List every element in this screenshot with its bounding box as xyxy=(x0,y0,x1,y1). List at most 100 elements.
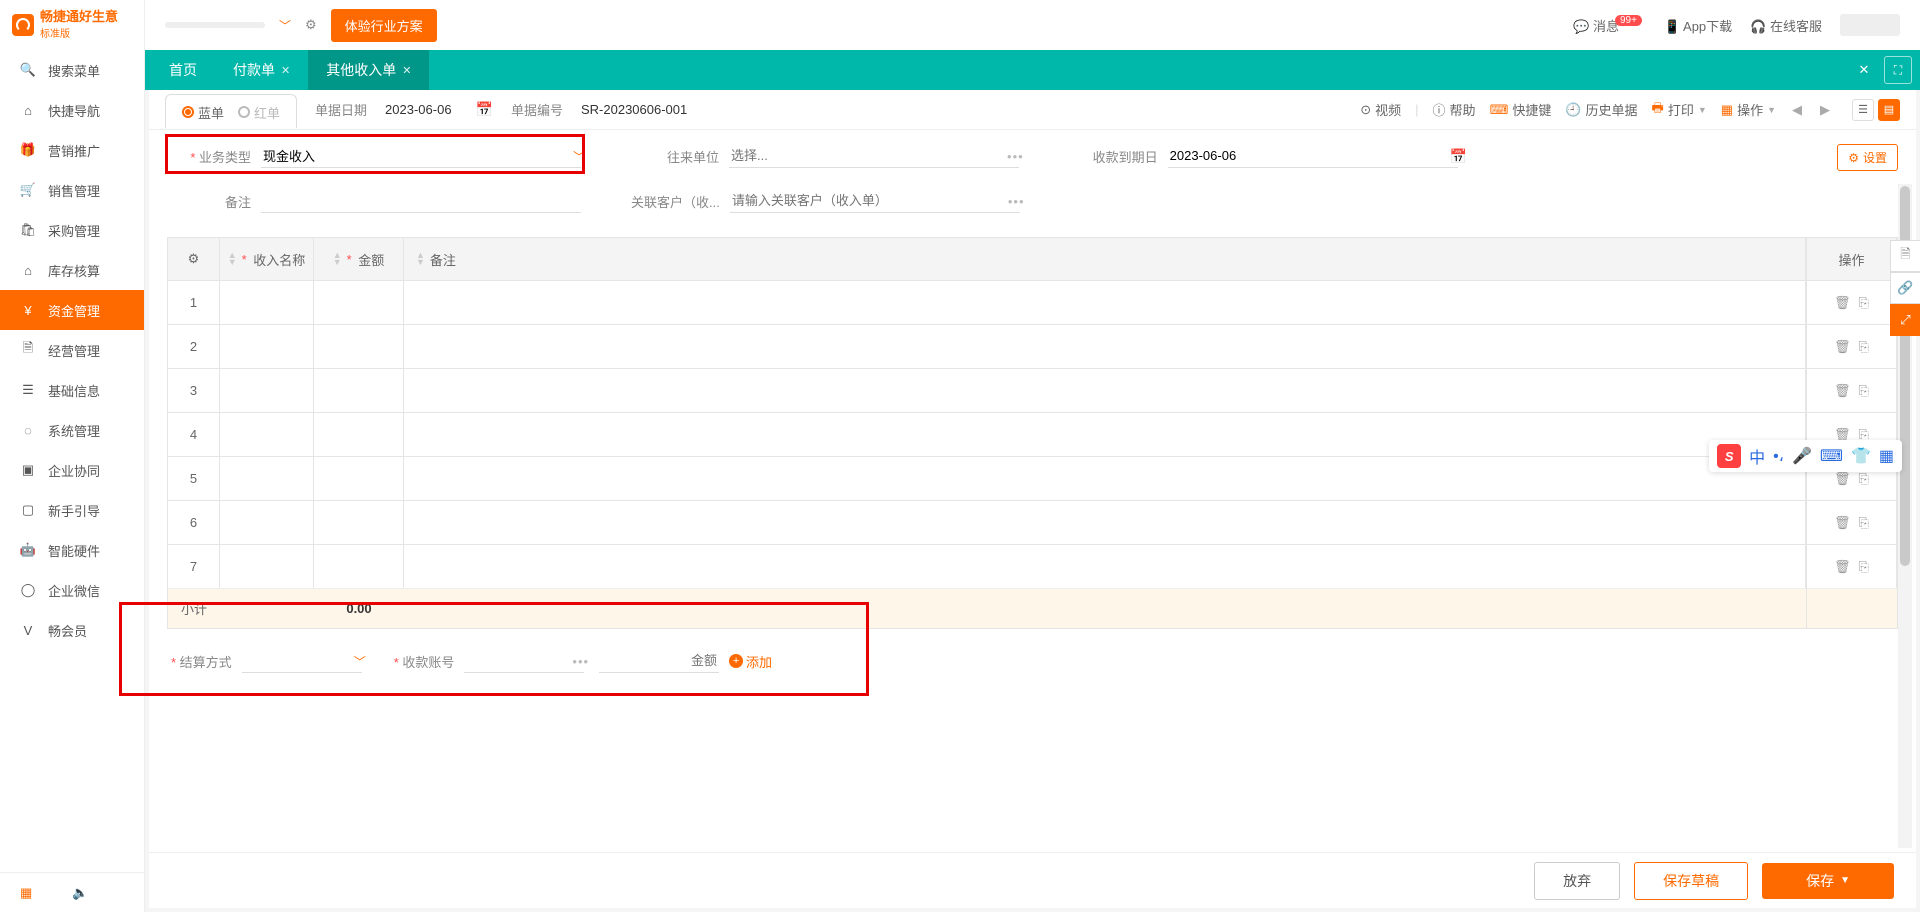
col-remark[interactable]: ▲▼备注 xyxy=(404,238,1806,280)
calendar-icon[interactable]: 📅 xyxy=(476,101,493,118)
rail-attach-icon[interactable]: 🔗 xyxy=(1890,272,1920,304)
nav-purchase[interactable]: 🛍采购管理 xyxy=(0,210,144,250)
footer-sound-icon[interactable]: 🔈 xyxy=(72,885,88,901)
due-label: 收款到期日 xyxy=(1074,147,1158,166)
radio-blue[interactable]: 蓝单 xyxy=(182,103,224,122)
delete-icon[interactable]: 🗑 xyxy=(1834,383,1851,399)
footer-grid-icon[interactable]: ▦ xyxy=(20,885,32,901)
nav-wechat[interactable]: ◯企业微信 xyxy=(0,570,144,610)
nav-vip[interactable]: V畅会员 xyxy=(0,610,144,650)
try-plan-button[interactable]: 体验行业方案 xyxy=(331,9,437,42)
date-value[interactable]: 2023-06-06 xyxy=(385,102,452,117)
more-icon[interactable]: ••• xyxy=(1007,149,1024,164)
view-list-button[interactable]: ☰ xyxy=(1852,99,1874,121)
nav-label: 库存核算 xyxy=(48,261,100,280)
nav-corp[interactable]: ▣企业协同 xyxy=(0,450,144,490)
nav-hardware[interactable]: 🤖智能硬件 xyxy=(0,530,144,570)
ops-action[interactable]: ▦操作▼ xyxy=(1721,100,1776,119)
messages-link[interactable]: 💬 消息99+ xyxy=(1573,16,1646,35)
prev-doc-button[interactable]: ◀ xyxy=(1790,102,1804,118)
add-settlement-button[interactable]: +添加 xyxy=(729,652,772,671)
copy-icon[interactable]: ⎘ xyxy=(1859,339,1869,355)
col-income-name[interactable]: ▲▼* 收入名称 xyxy=(220,238,314,280)
settle-account-input[interactable] xyxy=(464,649,584,673)
video-action[interactable]: ⊙视频 xyxy=(1360,100,1401,119)
tab-payment[interactable]: 付款单✕ xyxy=(215,50,308,90)
settle-amount-input[interactable] xyxy=(599,649,719,673)
copy-icon[interactable]: ⎘ xyxy=(1859,295,1869,311)
delete-icon[interactable]: 🗑 xyxy=(1834,339,1851,355)
nav-business[interactable]: 🗎经营管理 xyxy=(0,330,144,370)
next-doc-button[interactable]: ▶ xyxy=(1818,102,1832,118)
delete-icon[interactable]: 🗑 xyxy=(1834,515,1851,531)
app-download-link[interactable]: 📱 App下载 xyxy=(1664,16,1732,35)
rail-expand-icon[interactable]: ⤢ xyxy=(1890,304,1920,336)
tab-other-income[interactable]: 其他收入单✕ xyxy=(308,50,429,90)
tabs-close-icon[interactable]: ✕ xyxy=(1850,56,1878,84)
help-action[interactable]: ⓘ帮助 xyxy=(1433,100,1476,119)
view-form-button[interactable]: ▤ xyxy=(1878,99,1900,121)
nav-search[interactable]: 🔍搜索菜单 xyxy=(0,50,144,90)
chevron-down-icon[interactable]: ﹀ xyxy=(279,17,291,34)
nav-basic[interactable]: ☰基础信息 xyxy=(0,370,144,410)
gear-icon[interactable]: ⚙ xyxy=(305,17,317,33)
ime-keyboard-icon[interactable]: ⌨ xyxy=(1820,446,1843,466)
ime-toolbar[interactable]: S 中 •، 🎤 ⌨ 👕 ▦ xyxy=(1709,440,1902,472)
copy-icon[interactable]: ⎘ xyxy=(1859,383,1869,399)
nav-marketing[interactable]: 🎁营销推广 xyxy=(0,130,144,170)
nav-stock[interactable]: ⌂库存核算 xyxy=(0,250,144,290)
radio-red[interactable]: 红单 xyxy=(238,103,280,122)
ime-mic-icon[interactable]: 🎤 xyxy=(1792,446,1812,466)
chevron-down-icon[interactable]: ﹀ xyxy=(354,653,366,670)
discard-button[interactable]: 放弃 xyxy=(1534,862,1620,900)
calendar-icon[interactable]: 📅 xyxy=(1450,148,1467,165)
delete-icon[interactable]: 🗑 xyxy=(1834,471,1851,487)
tabs-expand-icon[interactable]: ⛶ xyxy=(1884,56,1912,84)
chevron-down-icon[interactable]: ﹀ xyxy=(573,148,585,165)
rail-note-icon[interactable]: 🗎 xyxy=(1890,240,1920,272)
col-settings[interactable]: ⚙ xyxy=(168,238,220,280)
table-row[interactable]: 1 xyxy=(168,280,1806,324)
nav-sales[interactable]: 🛒销售管理 xyxy=(0,170,144,210)
biz-type-input[interactable] xyxy=(261,144,581,168)
close-icon[interactable]: ✕ xyxy=(281,64,290,77)
print-action[interactable]: 🖶打印▼ xyxy=(1652,99,1707,121)
partner-input[interactable] xyxy=(729,144,1019,168)
avatar[interactable] xyxy=(1840,14,1900,36)
table-row[interactable]: 4 xyxy=(168,412,1806,456)
table-row[interactable]: 7 xyxy=(168,544,1806,588)
org-name[interactable] xyxy=(165,22,265,28)
copy-icon[interactable]: ⎘ xyxy=(1859,515,1869,531)
nav-quick[interactable]: ⌂快捷导航 xyxy=(0,90,144,130)
ime-tool-icon[interactable]: ▦ xyxy=(1879,446,1894,466)
ime-lang[interactable]: 中 xyxy=(1749,444,1765,468)
save-draft-button[interactable]: 保存草稿 xyxy=(1634,862,1748,900)
nav-guide[interactable]: ▢新手引导 xyxy=(0,490,144,530)
nav-funds[interactable]: ¥资金管理 xyxy=(0,290,144,330)
more-icon[interactable]: ••• xyxy=(572,654,589,669)
save-button[interactable]: 保存▼ xyxy=(1762,863,1894,899)
table-row[interactable]: 3 xyxy=(168,368,1806,412)
tab-home[interactable]: 首页 xyxy=(151,50,215,90)
nav-system[interactable]: ◌系统管理 xyxy=(0,410,144,450)
shortcut-action[interactable]: ⌨快捷键 xyxy=(1490,100,1552,119)
table-row[interactable]: 6 xyxy=(168,500,1806,544)
delete-icon[interactable]: 🗑 xyxy=(1834,295,1851,311)
table-row[interactable]: 5 xyxy=(168,456,1806,500)
copy-icon[interactable]: ⎘ xyxy=(1859,559,1869,575)
settings-button[interactable]: ⚙设置 xyxy=(1837,144,1898,171)
rel-customer-input[interactable] xyxy=(730,189,1020,213)
due-date-input[interactable] xyxy=(1168,144,1458,168)
close-icon[interactable]: ✕ xyxy=(402,64,411,77)
settle-method-input[interactable] xyxy=(242,649,362,673)
ime-skin-icon[interactable]: 👕 xyxy=(1851,446,1871,466)
delete-icon[interactable]: 🗑 xyxy=(1834,559,1851,575)
more-icon[interactable]: ••• xyxy=(1008,194,1025,209)
copy-icon[interactable]: ⎘ xyxy=(1859,471,1869,487)
remark-input[interactable] xyxy=(261,189,581,213)
table-row[interactable]: 2 xyxy=(168,324,1806,368)
history-action[interactable]: 🕘历史单据 xyxy=(1565,100,1637,119)
online-service-link[interactable]: 🎧 在线客服 xyxy=(1750,16,1822,35)
ime-punct-icon[interactable]: •، xyxy=(1773,446,1784,466)
col-amount[interactable]: ▲▼* 金额 xyxy=(314,238,404,280)
